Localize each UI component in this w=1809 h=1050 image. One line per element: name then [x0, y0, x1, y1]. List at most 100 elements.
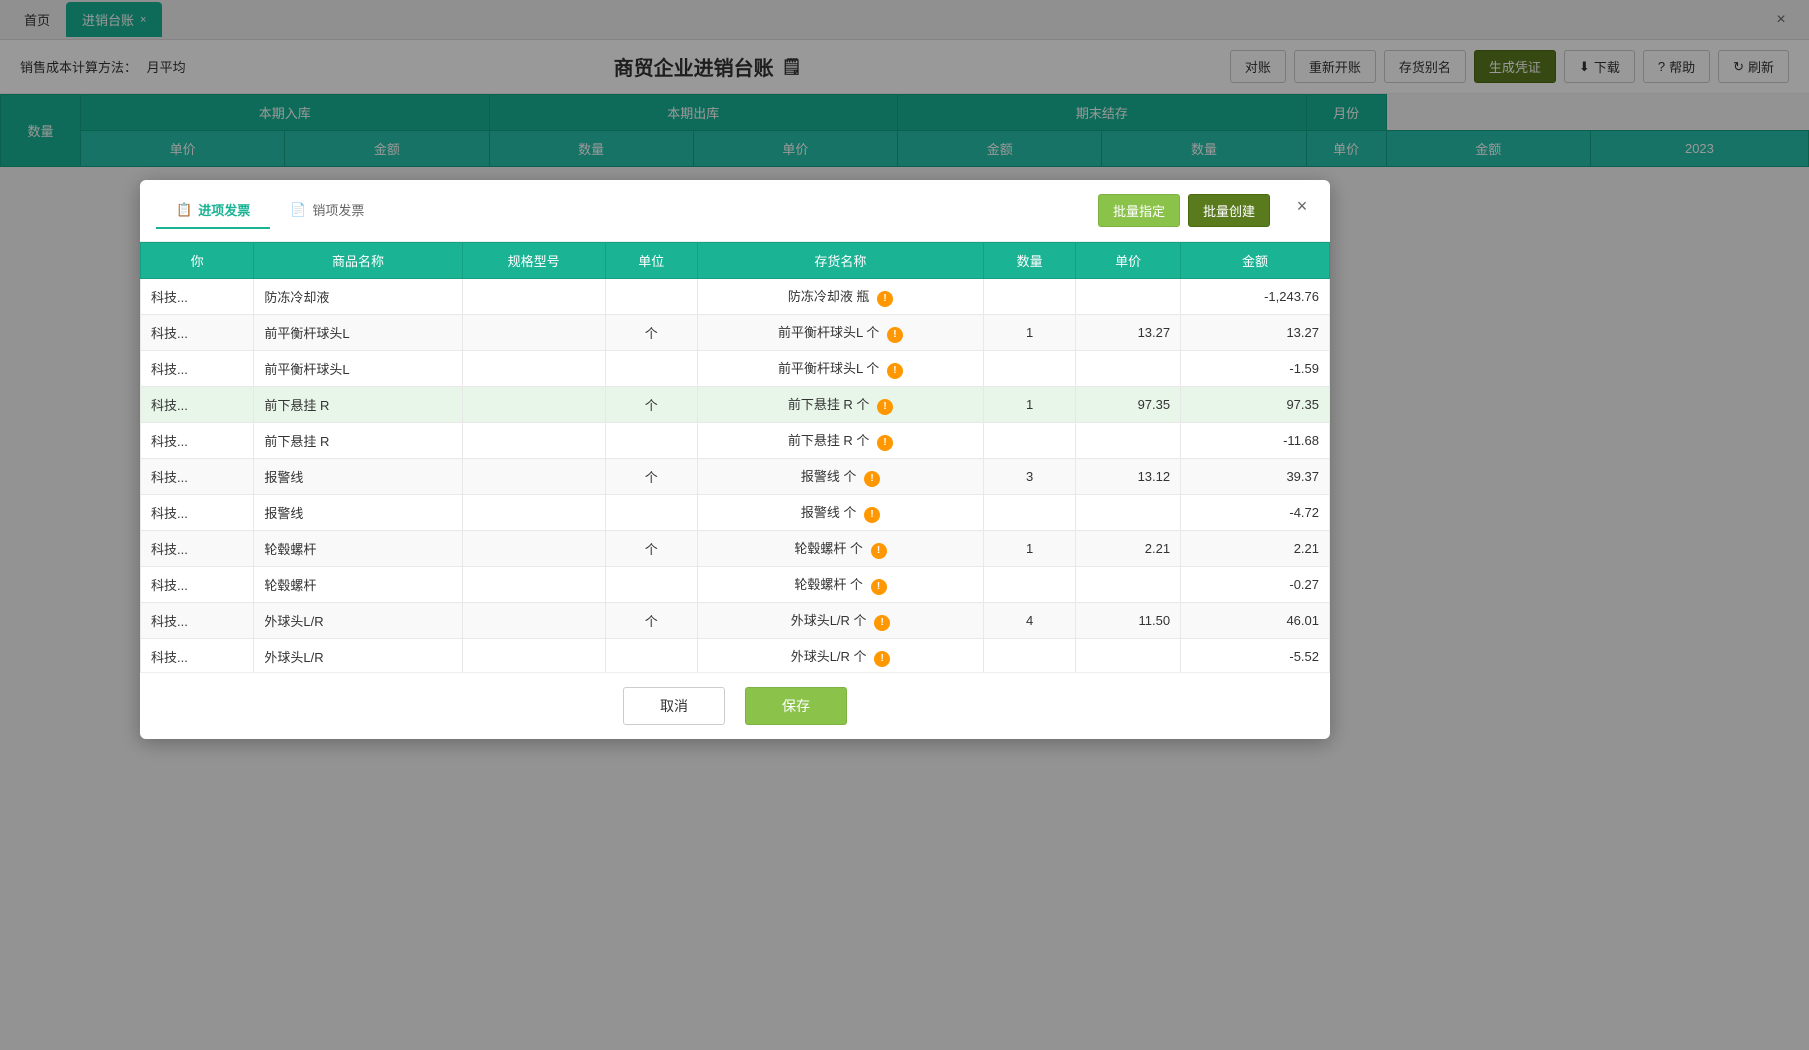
cell-inventory: 报警线 个 ! — [697, 495, 983, 531]
cell-unit — [605, 351, 697, 387]
cell-product: 前下悬挂 R — [254, 423, 462, 459]
col-price: 单价 — [1076, 243, 1181, 279]
cell-product: 轮毂螺杆 — [254, 567, 462, 603]
cell-unit-price: 2.21 — [1076, 531, 1181, 567]
cell-unit: 个 — [605, 459, 697, 495]
table-row[interactable]: 科技... 防冻冷却液 防冻冷却液 瓶 ! -1,243.76 — [141, 279, 1330, 315]
cell-product: 前平衡杆球头L — [254, 315, 462, 351]
col-amount: 金额 — [1181, 243, 1330, 279]
cell-company: 科技... — [141, 423, 254, 459]
cell-quantity — [984, 351, 1076, 387]
cell-inventory: 轮毂螺杆 个 ! — [697, 567, 983, 603]
cell-company: 科技... — [141, 459, 254, 495]
warning-icon: ! — [864, 471, 880, 487]
tab-outgoing-invoice[interactable]: 📄 销项发票 — [270, 192, 384, 229]
table-row[interactable]: 科技... 前下悬挂 R 前下悬挂 R 个 ! -11.68 — [141, 423, 1330, 459]
warning-icon: ! — [874, 651, 890, 667]
col-company: 你 — [141, 243, 254, 279]
warning-icon: ! — [887, 327, 903, 343]
table-row[interactable]: 科技... 轮毂螺杆 轮毂螺杆 个 ! -0.27 — [141, 567, 1330, 603]
cell-unit-price — [1076, 423, 1181, 459]
warning-icon: ! — [877, 291, 893, 307]
cell-company: 科技... — [141, 279, 254, 315]
cell-inventory: 前下悬挂 R 个 ! — [697, 387, 983, 423]
cell-amount: -11.68 — [1181, 423, 1330, 459]
cell-unit — [605, 423, 697, 459]
save-button[interactable]: 保存 — [745, 687, 847, 725]
modal-header: 📋 进项发票 📄 销项发票 批量指定 批量创建 × — [140, 180, 1330, 242]
cell-quantity: 4 — [984, 603, 1076, 639]
cell-spec — [462, 351, 605, 387]
cell-quantity — [984, 423, 1076, 459]
cell-amount: 97.35 — [1181, 387, 1330, 423]
cell-spec — [462, 387, 605, 423]
cell-spec — [462, 495, 605, 531]
cell-unit-price: 97.35 — [1076, 387, 1181, 423]
cell-inventory: 外球头L/R 个 ! — [697, 639, 983, 673]
warning-icon: ! — [877, 435, 893, 451]
cell-unit-price: 13.12 — [1076, 459, 1181, 495]
cell-unit: 个 — [605, 531, 697, 567]
cell-unit-price — [1076, 279, 1181, 315]
cell-unit-price — [1076, 351, 1181, 387]
table-row[interactable]: 科技... 外球头L/R 外球头L/R 个 ! -5.52 — [141, 639, 1330, 673]
table-row[interactable]: 科技... 报警线 报警线 个 ! -4.72 — [141, 495, 1330, 531]
modal-footer: 取消 保存 — [140, 672, 1330, 739]
cell-amount: -0.27 — [1181, 567, 1330, 603]
cell-inventory: 前平衡杆球头L 个 ! — [697, 315, 983, 351]
cell-inventory: 报警线 个 ! — [697, 459, 983, 495]
table-row[interactable]: 科技... 外球头L/R 个 外球头L/R 个 ! 4 11.50 46.01 — [141, 603, 1330, 639]
cell-unit-price — [1076, 495, 1181, 531]
modal-actions: 批量指定 批量创建 × — [1098, 194, 1314, 227]
cell-quantity — [984, 495, 1076, 531]
col-unit: 单位 — [605, 243, 697, 279]
cell-quantity: 1 — [984, 315, 1076, 351]
cell-unit: 个 — [605, 315, 697, 351]
col-qty: 数量 — [984, 243, 1076, 279]
table-row[interactable]: 科技... 报警线 个 报警线 个 ! 3 13.12 39.37 — [141, 459, 1330, 495]
cell-spec — [462, 531, 605, 567]
cell-product: 轮毂螺杆 — [254, 531, 462, 567]
modal-dialog: 📋 进项发票 📄 销项发票 批量指定 批量创建 × 你 商品名称 规格型号 单位… — [140, 180, 1330, 739]
cell-product: 外球头L/R — [254, 603, 462, 639]
cell-amount: -5.52 — [1181, 639, 1330, 673]
cell-spec — [462, 459, 605, 495]
cell-unit: 个 — [605, 387, 697, 423]
cell-company: 科技... — [141, 351, 254, 387]
cell-amount: -1.59 — [1181, 351, 1330, 387]
cell-company: 科技... — [141, 387, 254, 423]
modal-close-button[interactable]: × — [1290, 194, 1314, 218]
cell-unit-price — [1076, 639, 1181, 673]
table-row[interactable]: 科技... 前平衡杆球头L 个 前平衡杆球头L 个 ! 1 13.27 13.2… — [141, 315, 1330, 351]
warning-icon: ! — [877, 399, 893, 415]
cell-unit: 个 — [605, 603, 697, 639]
cell-company: 科技... — [141, 567, 254, 603]
cell-quantity: 3 — [984, 459, 1076, 495]
invoice-table: 你 商品名称 规格型号 单位 存货名称 数量 单价 金额 科技... 防冻冷却液… — [140, 242, 1330, 672]
table-row[interactable]: 科技... 前平衡杆球头L 前平衡杆球头L 个 ! -1.59 — [141, 351, 1330, 387]
cell-product: 防冻冷却液 — [254, 279, 462, 315]
table-row[interactable]: 科技... 轮毂螺杆 个 轮毂螺杆 个 ! 1 2.21 2.21 — [141, 531, 1330, 567]
tab-incoming-invoice[interactable]: 📋 进项发票 — [156, 192, 270, 229]
cell-quantity: 1 — [984, 531, 1076, 567]
batch-create-button[interactable]: 批量创建 — [1188, 194, 1270, 227]
cell-quantity — [984, 279, 1076, 315]
cell-inventory: 防冻冷却液 瓶 ! — [697, 279, 983, 315]
cell-amount: 39.37 — [1181, 459, 1330, 495]
cell-unit-price: 13.27 — [1076, 315, 1181, 351]
col-inventory-name: 存货名称 — [697, 243, 983, 279]
cell-product: 报警线 — [254, 459, 462, 495]
batch-assign-button[interactable]: 批量指定 — [1098, 194, 1180, 227]
cell-unit — [605, 639, 697, 673]
cell-spec — [462, 423, 605, 459]
cell-product: 前下悬挂 R — [254, 387, 462, 423]
cell-unit — [605, 279, 697, 315]
table-row[interactable]: 科技... 前下悬挂 R 个 前下悬挂 R 个 ! 1 97.35 97.35 — [141, 387, 1330, 423]
cell-company: 科技... — [141, 639, 254, 673]
cell-inventory: 外球头L/R 个 ! — [697, 603, 983, 639]
cell-inventory: 轮毂螺杆 个 ! — [697, 531, 983, 567]
cell-unit — [605, 495, 697, 531]
cell-spec — [462, 315, 605, 351]
cancel-button[interactable]: 取消 — [623, 687, 725, 725]
cell-company: 科技... — [141, 495, 254, 531]
